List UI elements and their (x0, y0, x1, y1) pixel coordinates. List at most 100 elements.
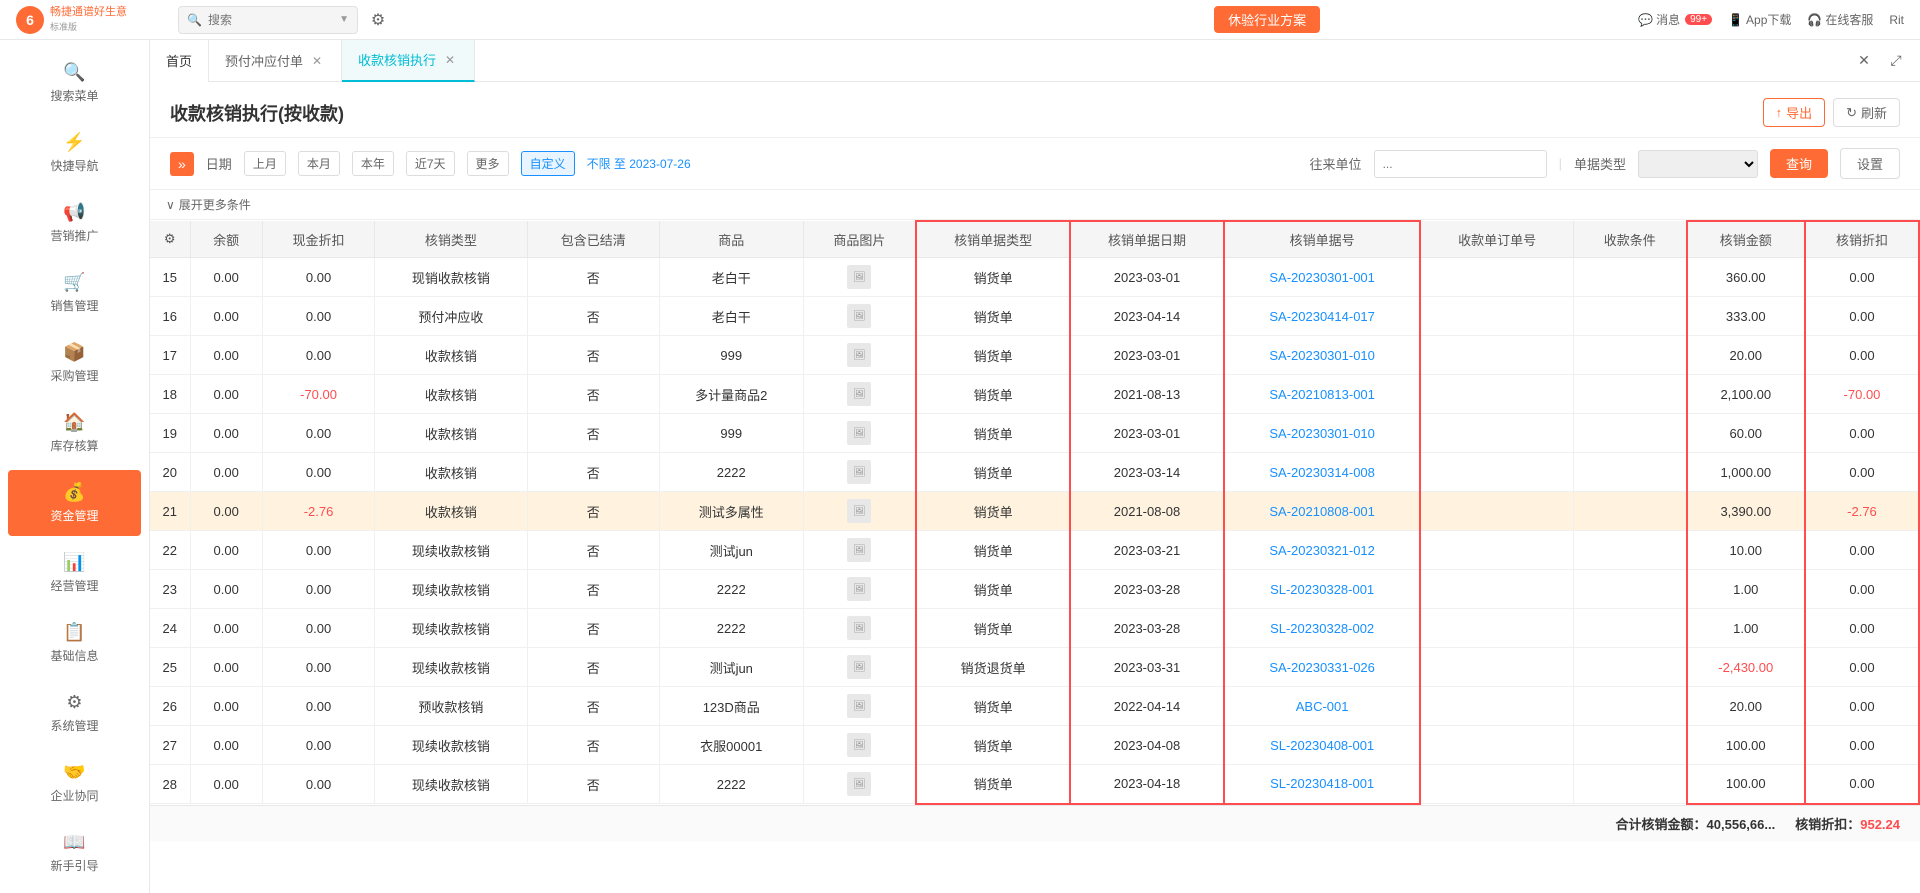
cell-include-settled: 否 (527, 453, 659, 492)
cell-offset-bill-no[interactable]: SA-20230321-012 (1224, 531, 1420, 570)
user-name[interactable]: Rit (1889, 13, 1904, 27)
bill-no-link[interactable]: SA-20210813-001 (1269, 387, 1375, 402)
table-row: 21 0.00 -2.76 收款核销 否 测试多属性 🖼 销货单 2021-08… (150, 492, 1919, 531)
filter-collapse-btn[interactable]: » (170, 152, 194, 176)
cell-receipt-condition (1573, 453, 1686, 492)
cell-offset-bill-no[interactable]: SA-20230331-026 (1224, 648, 1420, 687)
bill-no-link[interactable]: SL-20230418-001 (1270, 776, 1374, 791)
cell-offset-bill-no[interactable]: SA-20230301-001 (1224, 258, 1420, 297)
filter-separator: | (1559, 156, 1562, 171)
table-row: 27 0.00 0.00 现续收款核销 否 衣服00001 🖼 销货单 2023… (150, 726, 1919, 765)
online-service-btn[interactable]: 🎧 在线客服 (1807, 11, 1873, 28)
bill-no-link[interactable]: SA-20230314-008 (1269, 465, 1375, 480)
close-all-icon[interactable]: ✕ (1852, 49, 1876, 73)
cell-offset-discount: 0.00 (1805, 570, 1919, 609)
export-btn[interactable]: ↑ 导出 (1763, 98, 1826, 127)
sidebar-item-search-menu[interactable]: 🔍搜索菜单 (8, 50, 141, 116)
sidebar-item-biz-mgmt[interactable]: 📊经营管理 (8, 540, 141, 606)
cell-offset-bill-no[interactable]: SL-20230328-001 (1224, 570, 1420, 609)
bill-no-link[interactable]: ABC-001 (1296, 699, 1349, 714)
sidebar-item-quick-nav[interactable]: ⚡快捷导航 (8, 120, 141, 186)
bill-no-link[interactable]: SL-20230328-002 (1270, 621, 1374, 636)
tab-prepay-offset[interactable]: 预付冲应付单 ✕ (209, 40, 342, 82)
cell-offset-bill-no[interactable]: ABC-001 (1224, 687, 1420, 726)
last-month-btn[interactable]: 上月 (244, 151, 286, 176)
sidebar-item-capital-mgmt[interactable]: 💰资金管理 (8, 470, 141, 536)
cell-cash-discount: -70.00 (262, 375, 374, 414)
sidebar-item-basic-info[interactable]: 📋基础信息 (8, 610, 141, 676)
cell-offset-type: 预收款核销 (375, 687, 527, 726)
logo-badge: 标准版 (50, 20, 127, 33)
bill-no-link[interactable]: SA-20230414-017 (1269, 309, 1375, 324)
sidebar-item-newbie-guide[interactable]: 📖新手引导 (8, 820, 141, 886)
industry-btn[interactable]: 休验行业方案 (1214, 6, 1320, 33)
expand-more-bar[interactable]: ∨ 展开更多条件 (150, 190, 1920, 220)
sidebar-label-basic-info: 基础信息 (50, 647, 98, 664)
sidebar-label-capital-mgmt: 资金管理 (50, 507, 98, 524)
table-row: 17 0.00 0.00 收款核销 否 999 🖼 销货单 2023-03-01… (150, 336, 1919, 375)
this-month-btn[interactable]: 本月 (298, 151, 340, 176)
custom-date-btn[interactable]: 自定义 (521, 151, 575, 176)
cell-offset-bill-no[interactable]: SA-20210813-001 (1224, 375, 1420, 414)
sidebar-item-corp-collab[interactable]: 🤝企业协同 (8, 750, 141, 816)
table-row: 26 0.00 0.00 预收款核销 否 123D商品 🖼 销货单 2022-0… (150, 687, 1919, 726)
table-row: 20 0.00 0.00 收款核销 否 2222 🖼 销货单 2023-03-1… (150, 453, 1919, 492)
bill-no-link[interactable]: SA-20230301-010 (1269, 426, 1375, 441)
bill-no-link[interactable]: SA-20230301-001 (1269, 270, 1375, 285)
messages-btn[interactable]: 💬 消息 99+ (1638, 11, 1712, 28)
cell-offset-discount: 0.00 (1805, 609, 1919, 648)
col-setting[interactable]: ⚙ (150, 221, 190, 258)
maximize-icon[interactable]: ⤢ (1884, 49, 1908, 73)
bill-type-select[interactable] (1638, 150, 1758, 178)
sidebar-item-marketing[interactable]: 📢营销推广 (8, 190, 141, 256)
logo-icon: 6 (16, 6, 44, 34)
sidebar-icon-inventory: 🏠 (63, 412, 85, 433)
query-btn[interactable]: 查询 (1770, 149, 1828, 178)
refresh-btn[interactable]: ↻ 刷新 (1833, 98, 1900, 127)
cell-balance: 0.00 (190, 609, 262, 648)
this-year-btn[interactable]: 本年 (352, 151, 394, 176)
tab-prepay-close[interactable]: ✕ (309, 53, 325, 69)
cell-cash-discount: 0.00 (262, 297, 374, 336)
cell-offset-bill-no[interactable]: SA-20210808-001 (1224, 492, 1420, 531)
cell-offset-bill-no[interactable]: SL-20230418-001 (1224, 765, 1420, 804)
bill-no-link[interactable]: SA-20210808-001 (1269, 504, 1375, 519)
tab-receipt-offset[interactable]: 收款核销执行 ✕ (342, 40, 475, 82)
search-input[interactable] (208, 13, 333, 27)
cell-goods: 多计量商品2 (660, 375, 804, 414)
sidebar-item-inventory[interactable]: 🏠库存核算 (8, 400, 141, 466)
cell-offset-bill-no[interactable]: SA-20230301-010 (1224, 414, 1420, 453)
cell-offset-bill-no[interactable]: SA-20230301-010 (1224, 336, 1420, 375)
settings-btn[interactable]: 设置 (1840, 148, 1900, 179)
cell-offset-bill-no[interactable]: SL-20230328-002 (1224, 609, 1420, 648)
table-row: 25 0.00 0.00 现续收款核销 否 测试jun 🖼 销货退货单 2023… (150, 648, 1919, 687)
tab-home[interactable]: 首页 (150, 40, 209, 82)
more-date-btn[interactable]: 更多 (467, 151, 509, 176)
bill-no-link[interactable]: SA-20230321-012 (1269, 543, 1375, 558)
cell-no: 22 (150, 531, 190, 570)
sidebar-item-purchase-mgmt[interactable]: 📦采购管理 (8, 330, 141, 396)
bill-no-link[interactable]: SL-20230408-001 (1270, 738, 1374, 753)
source-unit-input[interactable] (1374, 150, 1547, 178)
total-amount-label: 合计核销金额：40,556,66... (1616, 814, 1776, 833)
app-download-btn[interactable]: 📱 App下载 (1728, 11, 1791, 28)
tab-receipt-close[interactable]: ✕ (442, 52, 458, 68)
bill-no-link[interactable]: SA-20230301-010 (1269, 348, 1375, 363)
cell-offset-bill-no[interactable]: SA-20230314-008 (1224, 453, 1420, 492)
cell-no: 26 (150, 687, 190, 726)
cell-offset-bill-no[interactable]: SA-20230414-017 (1224, 297, 1420, 336)
bill-no-link[interactable]: SL-20230328-001 (1270, 582, 1374, 597)
last-7-days-btn[interactable]: 近7天 (406, 151, 455, 176)
cell-offset-amount: 3,390.00 (1687, 492, 1805, 531)
page-title: 收款核销执行(按收款) (170, 100, 344, 126)
cell-no: 21 (150, 492, 190, 531)
tabs-right-controls: ✕ ⤢ (1852, 49, 1920, 73)
cell-offset-bill-type: 销货单 (916, 453, 1070, 492)
settings-icon[interactable]: ⚙ (366, 8, 390, 32)
main-layout: 🔍搜索菜单⚡快捷导航📢营销推广🛒销售管理📦采购管理🏠库存核算💰资金管理📊经营管理… (0, 40, 1920, 893)
sidebar-item-sales-mgmt[interactable]: 🛒销售管理 (8, 260, 141, 326)
search-bar[interactable]: 🔍 ▼ (178, 6, 358, 34)
cell-offset-bill-no[interactable]: SL-20230408-001 (1224, 726, 1420, 765)
sidebar-item-sys-mgmt[interactable]: ⚙系统管理 (8, 680, 141, 746)
bill-no-link[interactable]: SA-20230331-026 (1269, 660, 1375, 675)
